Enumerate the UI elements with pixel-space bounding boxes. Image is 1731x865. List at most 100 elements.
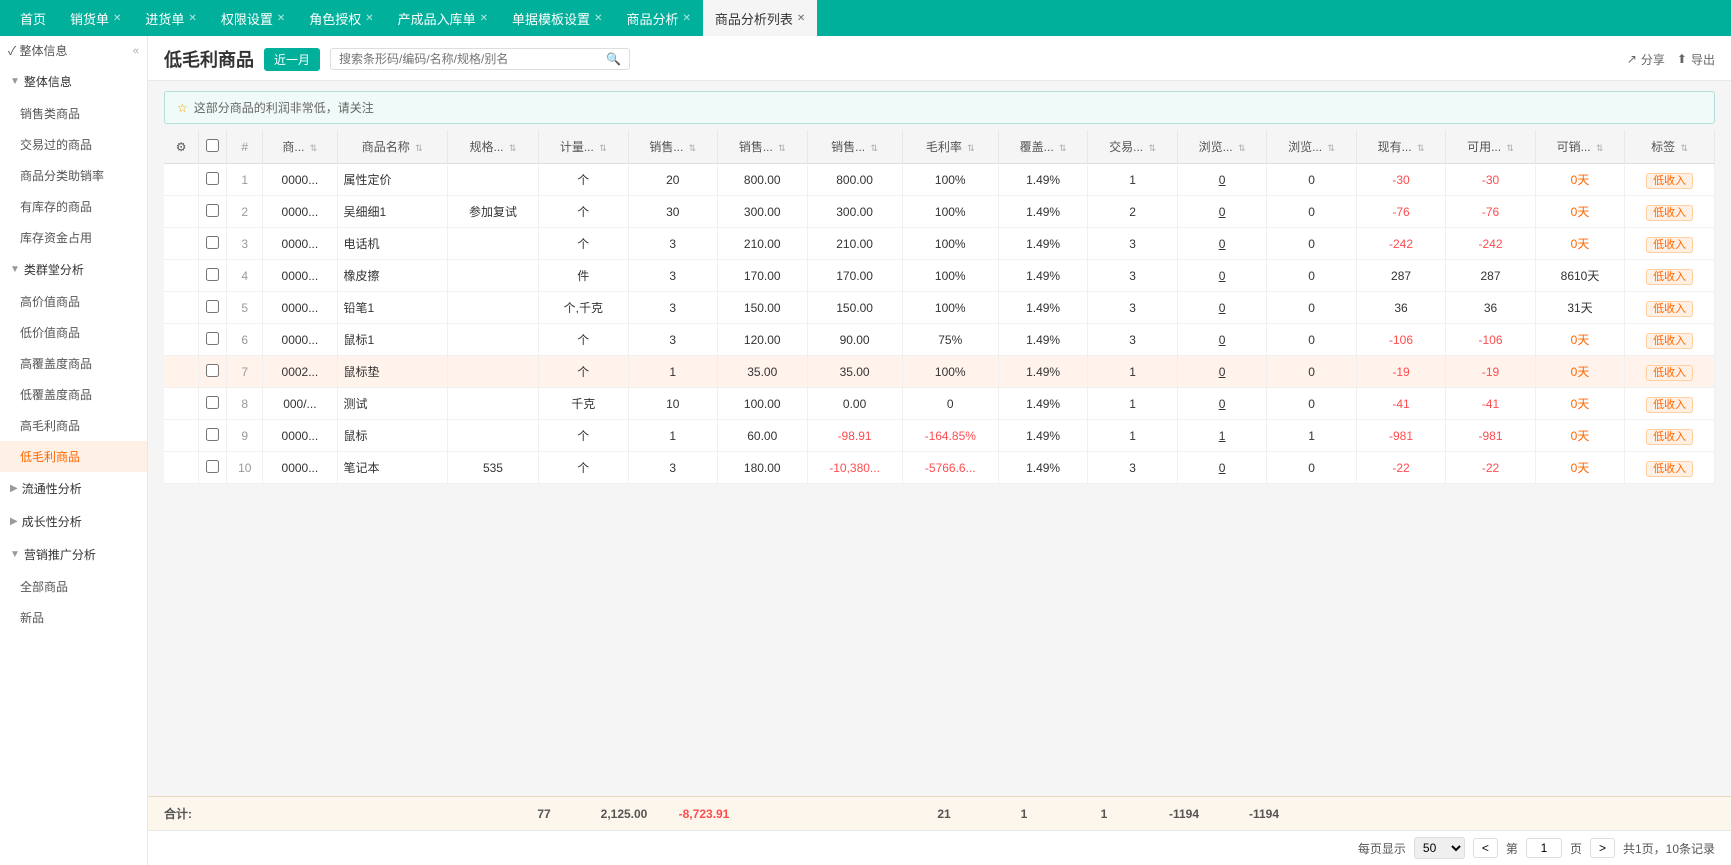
page-size-select[interactable]: 50 20 100 xyxy=(1414,837,1465,859)
row-checkbox[interactable] xyxy=(199,388,227,420)
row-tag: 低收入 xyxy=(1625,164,1715,196)
col-select-all[interactable] xyxy=(199,130,227,164)
row-sale-amount: 170.00 xyxy=(718,260,807,292)
col-name[interactable]: 商品名称 ⇅ xyxy=(337,130,447,164)
sidebar-group-flow[interactable]: ▶ 流通性分析 xyxy=(0,472,147,505)
col-settings[interactable]: ⚙ xyxy=(164,130,199,164)
row-settings[interactable] xyxy=(164,164,199,196)
sidebar-item-low-margin[interactable]: 低毛利商品 xyxy=(0,441,147,472)
row-name: 属性定价 xyxy=(337,164,447,196)
sidebar-group-cluster[interactable]: ▼ 类群堂分析 xyxy=(0,253,147,286)
row-available: -106 xyxy=(1446,324,1535,356)
row-settings[interactable] xyxy=(164,356,199,388)
search-input[interactable] xyxy=(339,52,602,66)
row-settings[interactable] xyxy=(164,196,199,228)
row-checkbox[interactable] xyxy=(199,356,227,388)
nav-permission[interactable]: 权限设置 ✕ xyxy=(209,0,297,36)
col-no[interactable]: # xyxy=(227,130,263,164)
col-current[interactable]: 现有... ⇅ xyxy=(1356,130,1445,164)
row-checkbox[interactable] xyxy=(199,420,227,452)
nav-home[interactable]: 首页 xyxy=(8,0,58,36)
content-header: 低毛利商品 近一月 🔍 ↗ 分享 ⬆ 导出 xyxy=(148,36,1731,81)
sidebar-item-category-rate[interactable]: 商品分类助销率 xyxy=(0,160,147,191)
row-checkbox[interactable] xyxy=(199,260,227,292)
row-checkbox[interactable] xyxy=(199,292,227,324)
row-number: 4 xyxy=(227,260,263,292)
export-button[interactable]: ⬆ 导出 xyxy=(1677,51,1715,68)
row-checkbox[interactable] xyxy=(199,228,227,260)
row-gross-rate: 100% xyxy=(902,292,998,324)
col-view1[interactable]: 浏览... ⇅ xyxy=(1177,130,1266,164)
row-settings[interactable] xyxy=(164,228,199,260)
sidebar-group-marketing[interactable]: ▼ 营销推广分析 xyxy=(0,538,147,571)
sidebar-item-high-coverage[interactable]: 高覆盖度商品 xyxy=(0,348,147,379)
row-unit: 个,千克 xyxy=(539,292,628,324)
sidebar-item-low-coverage[interactable]: 低覆盖度商品 xyxy=(0,379,147,410)
row-checkbox[interactable] xyxy=(199,196,227,228)
row-available: -30 xyxy=(1446,164,1535,196)
col-sale-profit[interactable]: 销售... ⇅ xyxy=(807,130,902,164)
sidebar-item-in-stock[interactable]: 有库存的商品 xyxy=(0,191,147,222)
col-code[interactable]: 商... ⇅ xyxy=(263,130,337,164)
col-available[interactable]: 可用... ⇅ xyxy=(1446,130,1535,164)
row-checkbox[interactable] xyxy=(199,324,227,356)
nav-sales[interactable]: 销货单 ✕ xyxy=(58,0,133,36)
close-icon[interactable]: ✕ xyxy=(480,13,488,24)
sidebar-item-high-value[interactable]: 高价值商品 xyxy=(0,286,147,317)
row-sale-profit: -10,380... xyxy=(807,452,902,484)
row-settings[interactable] xyxy=(164,452,199,484)
row-checkbox[interactable] xyxy=(199,164,227,196)
page-end-label: 页 xyxy=(1570,840,1582,857)
sidebar-item-all-products[interactable]: 全部商品 xyxy=(0,571,147,602)
nav-product-analysis-list[interactable]: 商品分析列表 ✕ xyxy=(703,0,817,36)
search-icon[interactable]: 🔍 xyxy=(606,52,621,66)
sidebar-item-traded-products[interactable]: 交易过的商品 xyxy=(0,129,147,160)
col-coverage[interactable]: 覆盖... ⇅ xyxy=(998,130,1087,164)
row-checkbox[interactable] xyxy=(199,452,227,484)
sidebar-item-sales-products[interactable]: 销售类商品 xyxy=(0,98,147,129)
nav-role[interactable]: 角色授权 ✕ xyxy=(297,0,385,36)
row-spec xyxy=(447,324,538,356)
col-sale-amount[interactable]: 销售... ⇅ xyxy=(718,130,807,164)
col-trade[interactable]: 交易... ⇅ xyxy=(1088,130,1177,164)
sidebar-group-overall[interactable]: ▼ 整体信息 xyxy=(0,65,147,98)
sidebar-item-low-value[interactable]: 低价值商品 xyxy=(0,317,147,348)
col-salable[interactable]: 可销... ⇅ xyxy=(1535,130,1624,164)
row-settings[interactable] xyxy=(164,388,199,420)
close-icon[interactable]: ✕ xyxy=(188,13,196,24)
col-view2[interactable]: 浏览... ⇅ xyxy=(1267,130,1356,164)
row-settings[interactable] xyxy=(164,260,199,292)
sidebar-item-capital[interactable]: 库存资金占用 xyxy=(0,222,147,253)
close-icon[interactable]: ✕ xyxy=(277,13,285,24)
col-unit[interactable]: 计量... ⇅ xyxy=(539,130,628,164)
col-spec[interactable]: 规格... ⇅ xyxy=(447,130,538,164)
close-icon[interactable]: ✕ xyxy=(797,13,805,24)
close-icon[interactable]: ✕ xyxy=(113,13,121,24)
row-number: 2 xyxy=(227,196,263,228)
collapse-icon[interactable]: « xyxy=(133,45,139,57)
prev-page-button[interactable]: < xyxy=(1473,838,1498,858)
sidebar-item-high-margin[interactable]: 高毛利商品 xyxy=(0,410,147,441)
row-settings[interactable] xyxy=(164,292,199,324)
select-all-checkbox[interactable] xyxy=(206,139,219,152)
next-page-button[interactable]: > xyxy=(1590,838,1615,858)
col-tag[interactable]: 标签 ⇅ xyxy=(1625,130,1715,164)
sidebar-item-new-products[interactable]: 新品 xyxy=(0,602,147,633)
close-icon[interactable]: ✕ xyxy=(594,13,602,24)
row-settings[interactable] xyxy=(164,420,199,452)
row-settings[interactable] xyxy=(164,324,199,356)
close-icon[interactable]: ✕ xyxy=(365,13,373,24)
page-number-input[interactable] xyxy=(1526,838,1562,858)
col-gross-rate[interactable]: 毛利率 ⇅ xyxy=(902,130,998,164)
nav-purchase[interactable]: 进货单 ✕ xyxy=(133,0,208,36)
share-button[interactable]: ↗ 分享 xyxy=(1627,51,1665,68)
sidebar-group-growth[interactable]: ▶ 成长性分析 xyxy=(0,505,147,538)
nav-product-entry[interactable]: 产成品入库单 ✕ xyxy=(386,0,500,36)
close-icon[interactable]: ✕ xyxy=(682,13,690,24)
nav-product-analysis[interactable]: 商品分析 ✕ xyxy=(614,0,702,36)
nav-template[interactable]: 单据模板设置 ✕ xyxy=(500,0,614,36)
filter-recent-month[interactable]: 近一月 xyxy=(264,48,320,71)
row-spec: 参加复试 xyxy=(447,196,538,228)
row-sale-qty: 1 xyxy=(628,356,717,388)
col-sale-qty[interactable]: 销售... ⇅ xyxy=(628,130,717,164)
